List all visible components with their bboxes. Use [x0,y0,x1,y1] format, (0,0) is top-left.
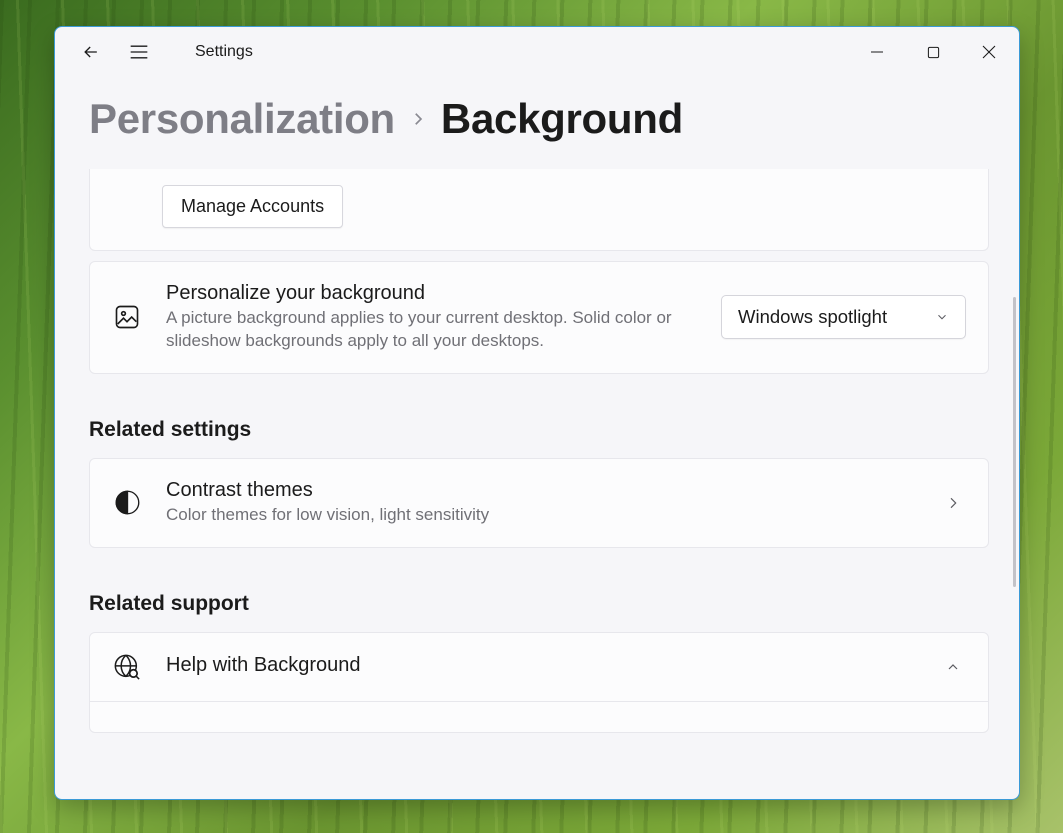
titlebar-left: Settings [55,30,253,74]
personalize-body: Personalize your background A picture ba… [166,282,697,353]
help-title: Help with Background [166,654,916,677]
chevron-right-icon [409,110,427,128]
contrast-body: Contrast themes Color themes for low vis… [166,479,916,527]
minimize-icon [870,45,884,59]
help-row[interactable]: Help with Background [90,633,988,702]
related-settings-heading: Related settings [89,418,989,442]
contrast-title: Contrast themes [166,479,916,502]
manage-accounts-button[interactable]: Manage Accounts [162,185,343,228]
breadcrumb-parent[interactable]: Personalization [89,95,395,143]
contrast-themes-card[interactable]: Contrast themes Color themes for low vis… [89,458,989,548]
breadcrumb-current: Background [441,95,683,143]
personalize-background-card: Personalize your background A picture ba… [89,261,989,374]
scrollbar-thumb[interactable] [1013,297,1016,587]
help-expanded-area [90,702,988,732]
arrow-left-icon [81,42,101,62]
contrast-description: Color themes for low vision, light sensi… [166,504,916,527]
minimize-button[interactable] [849,32,905,72]
globe-search-icon [112,653,142,681]
chevron-up-icon [940,659,966,675]
titlebar: Settings [55,27,1019,77]
personalize-description: A picture background applies to your cur… [166,307,697,353]
maximize-button[interactable] [905,32,961,72]
contrast-row: Contrast themes Color themes for low vis… [90,459,988,547]
dropdown-value: Windows spotlight [738,306,887,328]
settings-window: Settings Personalization Background Mana… [54,26,1020,800]
personalize-title: Personalize your background [166,282,697,305]
maximize-icon [927,46,940,59]
breadcrumb: Personalization Background [89,95,989,143]
chevron-down-icon [935,310,949,324]
back-button[interactable] [69,30,113,74]
accounts-card: Manage Accounts [89,169,989,251]
personalize-row: Personalize your background A picture ba… [90,262,988,373]
background-type-dropdown[interactable]: Windows spotlight [721,295,966,339]
related-support-heading: Related support [89,592,989,616]
close-button[interactable] [961,32,1017,72]
nav-menu-button[interactable] [117,30,161,74]
help-card: Help with Background [89,632,989,733]
chevron-right-icon [940,495,966,511]
help-body: Help with Background [166,654,916,679]
close-icon [982,45,996,59]
content-area: Personalization Background Manage Accoun… [55,77,1019,799]
hamburger-icon [129,44,149,60]
picture-icon [112,303,142,331]
app-title: Settings [195,43,253,61]
contrast-icon [112,489,142,516]
